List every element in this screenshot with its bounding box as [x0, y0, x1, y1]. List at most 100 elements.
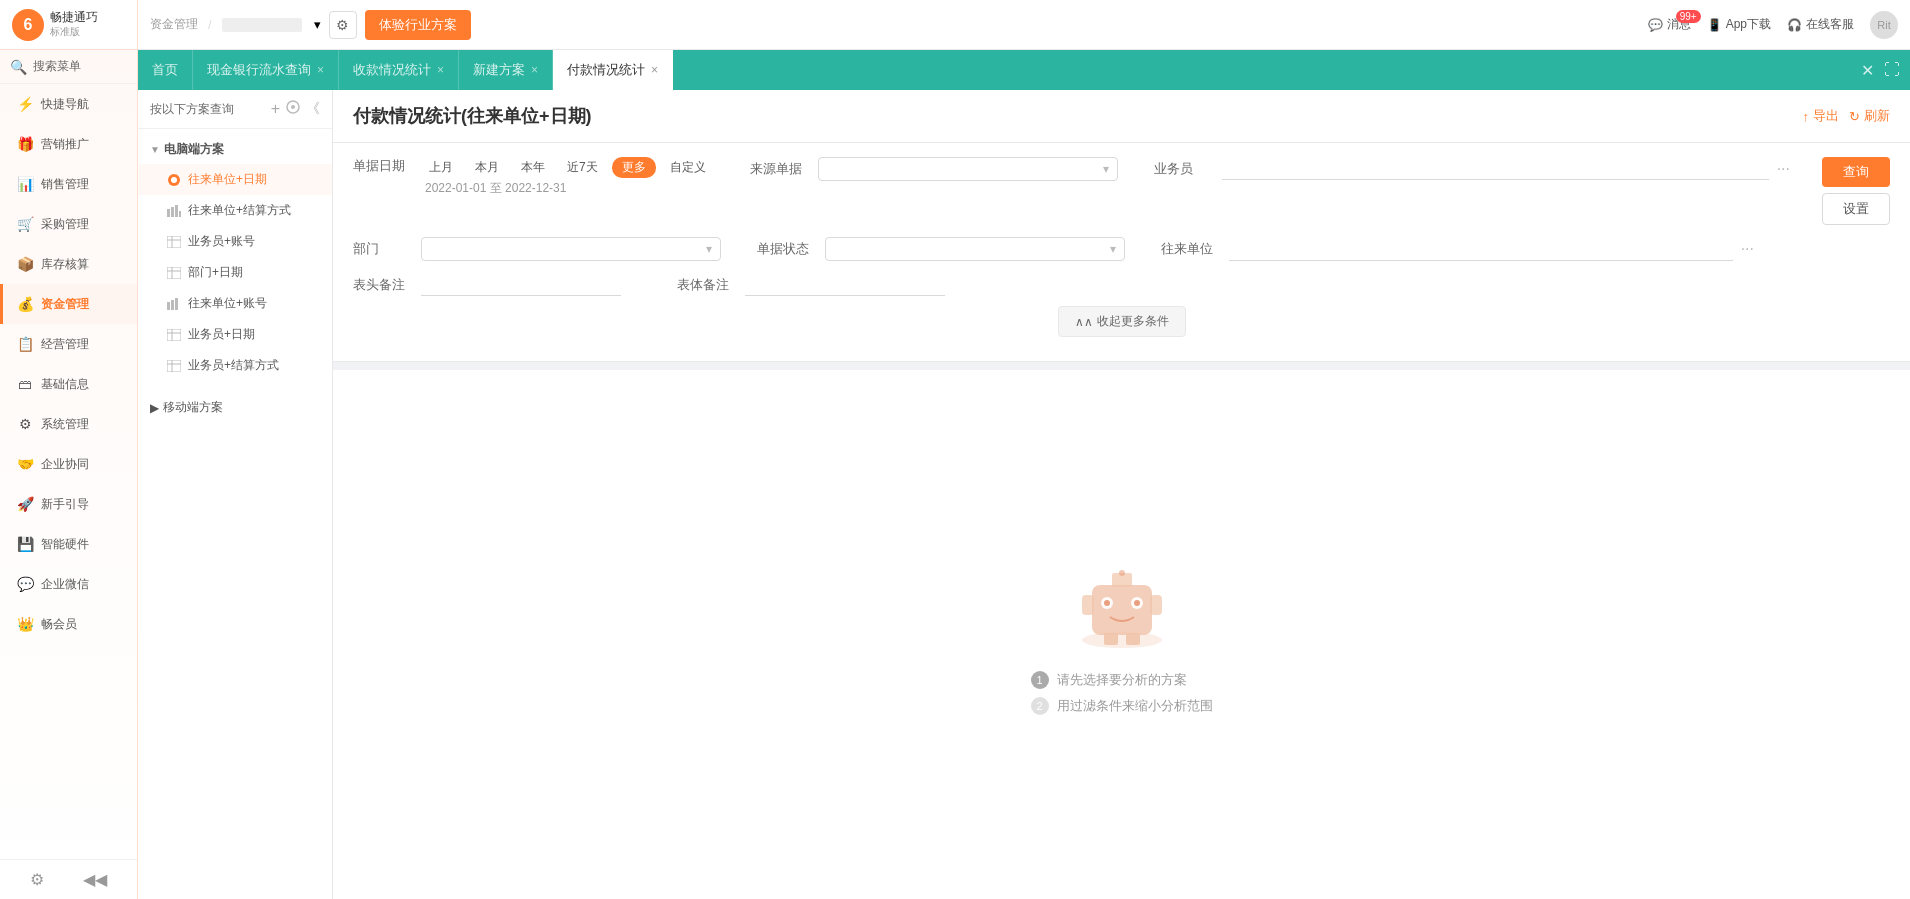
date-option-this-month[interactable]: 本月	[467, 157, 507, 178]
sidebar-item-guide[interactable]: 🚀 新手引导	[0, 484, 137, 524]
date-option-custom[interactable]: 自定义	[662, 157, 714, 178]
collapse-more-btn[interactable]: ∧∧ 收起更多条件	[1058, 306, 1186, 337]
tab-cashflow[interactable]: 现金银行流水查询 ×	[193, 50, 339, 90]
scheme-desktop-header[interactable]: ▼ 电脑端方案	[138, 135, 332, 164]
svg-rect-4	[167, 209, 170, 217]
logo-text: 畅捷通巧 标准版	[50, 10, 98, 40]
scheme-item-staff-date[interactable]: 业务员+日期	[138, 319, 332, 350]
tabbar-end: ✕ ⛶	[1851, 50, 1910, 90]
sidebar-item-sales[interactable]: 📊 销售管理	[0, 164, 137, 204]
tab-receipts[interactable]: 收款情况统计 ×	[339, 50, 459, 90]
scheme-add-btn[interactable]: +	[271, 100, 280, 118]
tab-cashflow-close[interactable]: ×	[317, 64, 324, 76]
dept-select[interactable]: ▾	[421, 237, 721, 261]
hardware-icon: 💾	[15, 534, 35, 554]
trial-btn[interactable]: 体验行业方案	[365, 10, 471, 40]
scheme-settings-btn[interactable]	[286, 100, 300, 118]
svg-rect-26	[1150, 595, 1162, 615]
sidebar: 6 畅捷通巧 标准版 🔍 搜索菜单 ⚡ 快捷导航 🎁 营销推广 📊 销售管理 🛒…	[0, 0, 138, 899]
staff-label: 业务员	[1154, 160, 1222, 178]
date-option-this-year[interactable]: 本年	[513, 157, 553, 178]
sidebar-item-purchase[interactable]: 🛒 采购管理	[0, 204, 137, 244]
app-download-btn[interactable]: 📱 App下载	[1707, 16, 1771, 33]
scheme-item-staff-settle[interactable]: 业务员+结算方式	[138, 350, 332, 381]
table-body-input[interactable]	[745, 273, 945, 296]
guide-icon: 🚀	[15, 494, 35, 514]
headset-icon: 🎧	[1787, 18, 1802, 32]
table-header-input[interactable]	[421, 273, 621, 296]
sidebar-item-member[interactable]: 👑 畅会员	[0, 604, 137, 644]
partner-label: 往来单位	[1161, 240, 1229, 258]
source-bill-select[interactable]: ▾	[818, 157, 1118, 181]
sidebar-item-operation[interactable]: 📋 经营管理	[0, 324, 137, 364]
staff-dots[interactable]: ···	[1777, 160, 1790, 178]
cooperation-icon: 🤝	[15, 454, 35, 474]
table-icon-1	[166, 234, 182, 250]
scheme-header-left: 按以下方案查询	[150, 101, 234, 118]
svg-rect-6	[175, 205, 178, 217]
scheme-collapse-btn[interactable]: 《	[306, 100, 320, 118]
empty-state: 1 请先选择要分析的方案 2 用过滤条件来缩小分析范围	[333, 370, 1910, 899]
date-option-more[interactable]: 更多	[612, 157, 656, 178]
sidebar-item-inventory[interactable]: 📦 库存核算	[0, 244, 137, 284]
scheme-item-unit-account[interactable]: 往来单位+账号	[138, 288, 332, 319]
sidebar-settings-btn[interactable]: ⚙	[30, 870, 44, 889]
tab-payments[interactable]: 付款情况统计 ×	[553, 50, 673, 90]
sidebar-collapse-btn[interactable]: ◀◀	[83, 870, 107, 889]
tab-receipts-close[interactable]: ×	[437, 64, 444, 76]
tabbar: 首页 现金银行流水查询 × 收款情况统计 × 新建方案 × 付款情况统计 × ✕…	[138, 50, 1910, 90]
date-option-last7days[interactable]: 近7天	[559, 157, 606, 178]
tab-new-scheme-close[interactable]: ×	[531, 64, 538, 76]
tab-home[interactable]: 首页	[138, 50, 193, 90]
scheme-item-dept-date[interactable]: 部门+日期	[138, 257, 332, 288]
source-bill-arrow-icon: ▾	[1103, 162, 1109, 176]
scheme-mobile-header[interactable]: ▶ 移动端方案	[138, 393, 332, 422]
sidebar-item-basic[interactable]: 🗃 基础信息	[0, 364, 137, 404]
settings-btn2[interactable]: 设置	[1822, 193, 1890, 225]
breadcrumb-dropdown-btn[interactable]: ▾	[314, 17, 321, 32]
sidebar-item-quicknav[interactable]: ⚡ 快捷导航	[0, 84, 137, 124]
partner-dots[interactable]: ···	[1741, 240, 1754, 258]
svg-rect-17	[167, 329, 181, 341]
tab-payments-close[interactable]: ×	[651, 64, 658, 76]
sidebar-item-system[interactable]: ⚙ 系统管理	[0, 404, 137, 444]
query-btn[interactable]: 查询	[1822, 157, 1890, 187]
scheme-item-staff-account[interactable]: 业务员+账号	[138, 226, 332, 257]
messages-btn[interactable]: 💬 消息 99+	[1648, 16, 1691, 33]
sidebar-item-cooperation[interactable]: 🤝 企业协同	[0, 444, 137, 484]
sidebar-item-marketing[interactable]: 🎁 营销推广	[0, 124, 137, 164]
page-title: 付款情况统计(往来单位+日期)	[353, 104, 592, 128]
scheme-item-unit-settle[interactable]: 往来单位+结算方式	[138, 195, 332, 226]
online-service-btn[interactable]: 🎧 在线客服	[1787, 16, 1854, 33]
marketing-icon: 🎁	[15, 134, 35, 154]
filter-form: 单据日期 上月 本月 本年 近7天 更多 自定义 2022-01-01 至 20…	[333, 143, 1910, 362]
staff-input[interactable]	[1222, 157, 1769, 180]
sidebar-item-funds[interactable]: 💰 资金管理	[0, 284, 137, 324]
scheme-header-right: + 《	[271, 100, 320, 118]
tab-fullscreen-btn[interactable]: ⛶	[1884, 61, 1900, 79]
tab-close-all-btn[interactable]: ✕	[1861, 61, 1874, 80]
phone-icon: 📱	[1707, 18, 1722, 32]
tab-new-scheme[interactable]: 新建方案 ×	[459, 50, 553, 90]
sales-icon: 📊	[15, 174, 35, 194]
export-btn[interactable]: ↑ 导出	[1803, 107, 1840, 125]
search-menu[interactable]: 🔍 搜索菜单	[0, 50, 137, 84]
partner-input[interactable]	[1229, 238, 1733, 261]
refresh-btn[interactable]: ↻ 刷新	[1849, 107, 1890, 125]
bill-date-label: 单据日期	[353, 157, 421, 175]
dept-label: 部门	[353, 240, 421, 258]
table-body-label: 表体备注	[677, 276, 745, 294]
svg-rect-24	[1092, 585, 1152, 635]
user-avatar[interactable]: Rit	[1870, 11, 1898, 39]
page-actions: ↑ 导出 ↻ 刷新	[1803, 107, 1891, 125]
bill-status-select[interactable]: ▾	[825, 237, 1125, 261]
sidebar-item-weixin[interactable]: 💬 企业微信	[0, 564, 137, 604]
collapse-icon: ∧∧	[1075, 315, 1093, 329]
topbar-settings-button[interactable]: ⚙	[329, 11, 357, 39]
sidebar-item-hardware[interactable]: 💾 智能硬件	[0, 524, 137, 564]
svg-rect-15	[171, 300, 174, 310]
scheme-header: 按以下方案查询 + 《	[138, 90, 332, 129]
date-option-last-month[interactable]: 上月	[421, 157, 461, 178]
scheme-item-unit-date[interactable]: 往来单位+日期	[138, 164, 332, 195]
svg-point-32	[1134, 600, 1140, 606]
